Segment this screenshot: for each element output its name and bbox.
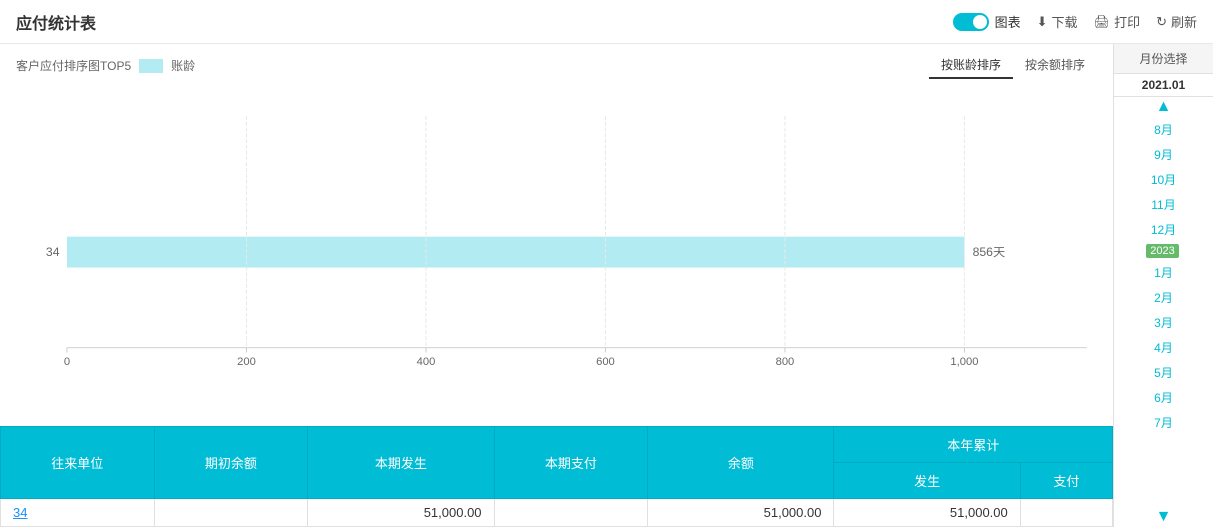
sidebar-month-header: 月份选择	[1114, 44, 1213, 74]
legend-box	[139, 59, 163, 73]
legend-box-label: 账龄	[171, 57, 195, 74]
month-item-9[interactable]: 9月	[1114, 142, 1213, 167]
th-current-pay: 本期支付	[494, 427, 648, 499]
refresh-icon: ↻	[1156, 14, 1167, 30]
svg-text:856天: 856天	[973, 245, 1006, 259]
svg-text:800: 800	[776, 356, 795, 367]
sort-tabs: 按账龄排序 按余额排序	[929, 52, 1097, 79]
chart-label: 图表	[995, 12, 1021, 31]
table-row: 34 51,000.00 51,000.00 51,000.00	[1, 499, 1113, 527]
month-item-1[interactable]: 1月	[1114, 260, 1213, 285]
table-header-row: 往来单位 期初余额 本期发生 本期支付 余额 本年累计	[1, 427, 1113, 463]
svg-text:200: 200	[237, 356, 256, 367]
month-item-3[interactable]: 3月	[1114, 310, 1213, 335]
chart-container: 34 856天 0 200 400 600	[0, 87, 1113, 426]
chart-toggle[interactable]: 图表	[953, 12, 1021, 31]
page-title: 应付统计表	[16, 10, 96, 34]
month-item-7[interactable]: 7月	[1114, 410, 1213, 435]
refresh-button[interactable]: ↻ 刷新	[1156, 12, 1197, 31]
month-item-5[interactable]: 5月	[1114, 360, 1213, 385]
bar-chart: 34 856天 0 200 400 600	[16, 87, 1097, 367]
cell-year-occur: 51,000.00	[834, 499, 1020, 527]
data-table: 往来单位 期初余额 本期发生 本期支付 余额 本年累计 发生 支付	[0, 426, 1113, 527]
chart-section: 客户应付排序图TOP5 账龄 按账龄排序 按余额排序 34 856天	[0, 44, 1113, 527]
sidebar-scroll: ▲ 8月 9月 10月 11月 12月 2023 1月 2月 3月 4月 5月 …	[1114, 97, 1213, 527]
print-button[interactable]: 🖨 打印	[1094, 12, 1141, 31]
main-content: 客户应付排序图TOP5 账龄 按账龄排序 按余额排序 34 856天	[0, 44, 1213, 527]
month-item-2[interactable]: 2月	[1114, 285, 1213, 310]
table-section: 往来单位 期初余额 本期发生 本期支付 余额 本年累计 发生 支付	[0, 426, 1113, 527]
toggle-thumb	[973, 15, 987, 29]
month-list: 8月 9月 10月 11月 12月 2023 1月 2月 3月 4月 5月 6月…	[1114, 117, 1213, 507]
toggle-track[interactable]	[953, 13, 989, 31]
th-year-occur: 发生	[834, 463, 1020, 499]
th-year-pay: 支付	[1020, 463, 1112, 499]
download-button[interactable]: ⬇ 下载	[1037, 12, 1078, 31]
year-2023-badge: 2023	[1146, 244, 1178, 258]
sort-tab-balance[interactable]: 按余额排序	[1013, 52, 1097, 79]
month-item-10[interactable]: 10月	[1114, 167, 1213, 192]
legend-text: 客户应付排序图TOP5	[16, 57, 131, 74]
th-current-occur: 本期发生	[308, 427, 494, 499]
month-item-11[interactable]: 11月	[1114, 192, 1213, 217]
svg-text:34: 34	[46, 245, 60, 259]
download-icon: ⬇	[1037, 14, 1048, 30]
refresh-label: 刷新	[1171, 12, 1197, 31]
svg-text:600: 600	[596, 356, 615, 367]
month-item-6[interactable]: 6月	[1114, 385, 1213, 410]
header: 应付统计表 图表 ⬇ 下载 🖨 打印 ↻ 刷新	[0, 0, 1213, 44]
right-sidebar: 月份选择 2021.01 ▲ 8月 9月 10月 11月 12月 2023 1月…	[1113, 44, 1213, 527]
chart-top: 客户应付排序图TOP5 账龄 按账龄排序 按余额排序	[0, 44, 1113, 87]
print-label: 打印	[1114, 12, 1140, 31]
cell-opening	[154, 499, 308, 527]
svg-text:400: 400	[417, 356, 436, 367]
app-container: 应付统计表 图表 ⬇ 下载 🖨 打印 ↻ 刷新	[0, 0, 1213, 527]
scroll-down-button[interactable]: ▼	[1152, 507, 1176, 527]
header-actions: 图表 ⬇ 下载 🖨 打印 ↻ 刷新	[953, 12, 1197, 31]
cell-current-pay	[494, 499, 648, 527]
sort-tab-age[interactable]: 按账龄排序	[929, 52, 1013, 79]
chart-legend: 客户应付排序图TOP5 账龄	[16, 57, 195, 74]
unit-link[interactable]: 34	[13, 505, 27, 520]
sidebar-current-month: 2021.01	[1114, 74, 1213, 97]
cell-balance: 51,000.00	[648, 499, 834, 527]
download-label: 下载	[1052, 12, 1078, 31]
month-item-4[interactable]: 4月	[1114, 335, 1213, 360]
th-year-total: 本年累计	[834, 427, 1113, 463]
month-item-12[interactable]: 12月	[1114, 217, 1213, 242]
th-opening: 期初余额	[154, 427, 308, 499]
th-balance: 余额	[648, 427, 834, 499]
month-item-8[interactable]: 8月	[1114, 117, 1213, 142]
svg-text:0: 0	[64, 356, 70, 367]
cell-current-occur: 51,000.00	[308, 499, 494, 527]
svg-text:1,000: 1,000	[950, 356, 978, 367]
print-icon: 🖨	[1094, 14, 1111, 30]
cell-year-pay	[1020, 499, 1112, 527]
th-unit: 往来单位	[1, 427, 155, 499]
scroll-up-button[interactable]: ▲	[1152, 97, 1176, 117]
cell-unit: 34	[1, 499, 155, 527]
